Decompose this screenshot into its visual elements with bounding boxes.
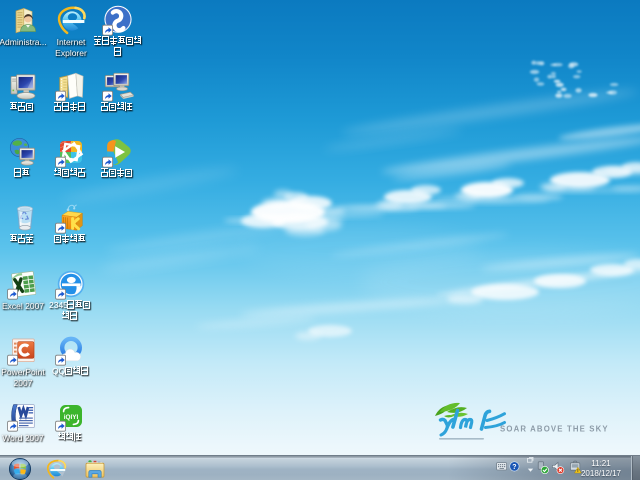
svg-text:2345: 2345 [49, 300, 68, 310]
svg-text:?: ? [512, 464, 516, 471]
svg-text:QQ: QQ [52, 366, 66, 376]
svg-text:SOAR ABOVE THE SKY: SOAR ABOVE THE SKY [500, 425, 609, 434]
